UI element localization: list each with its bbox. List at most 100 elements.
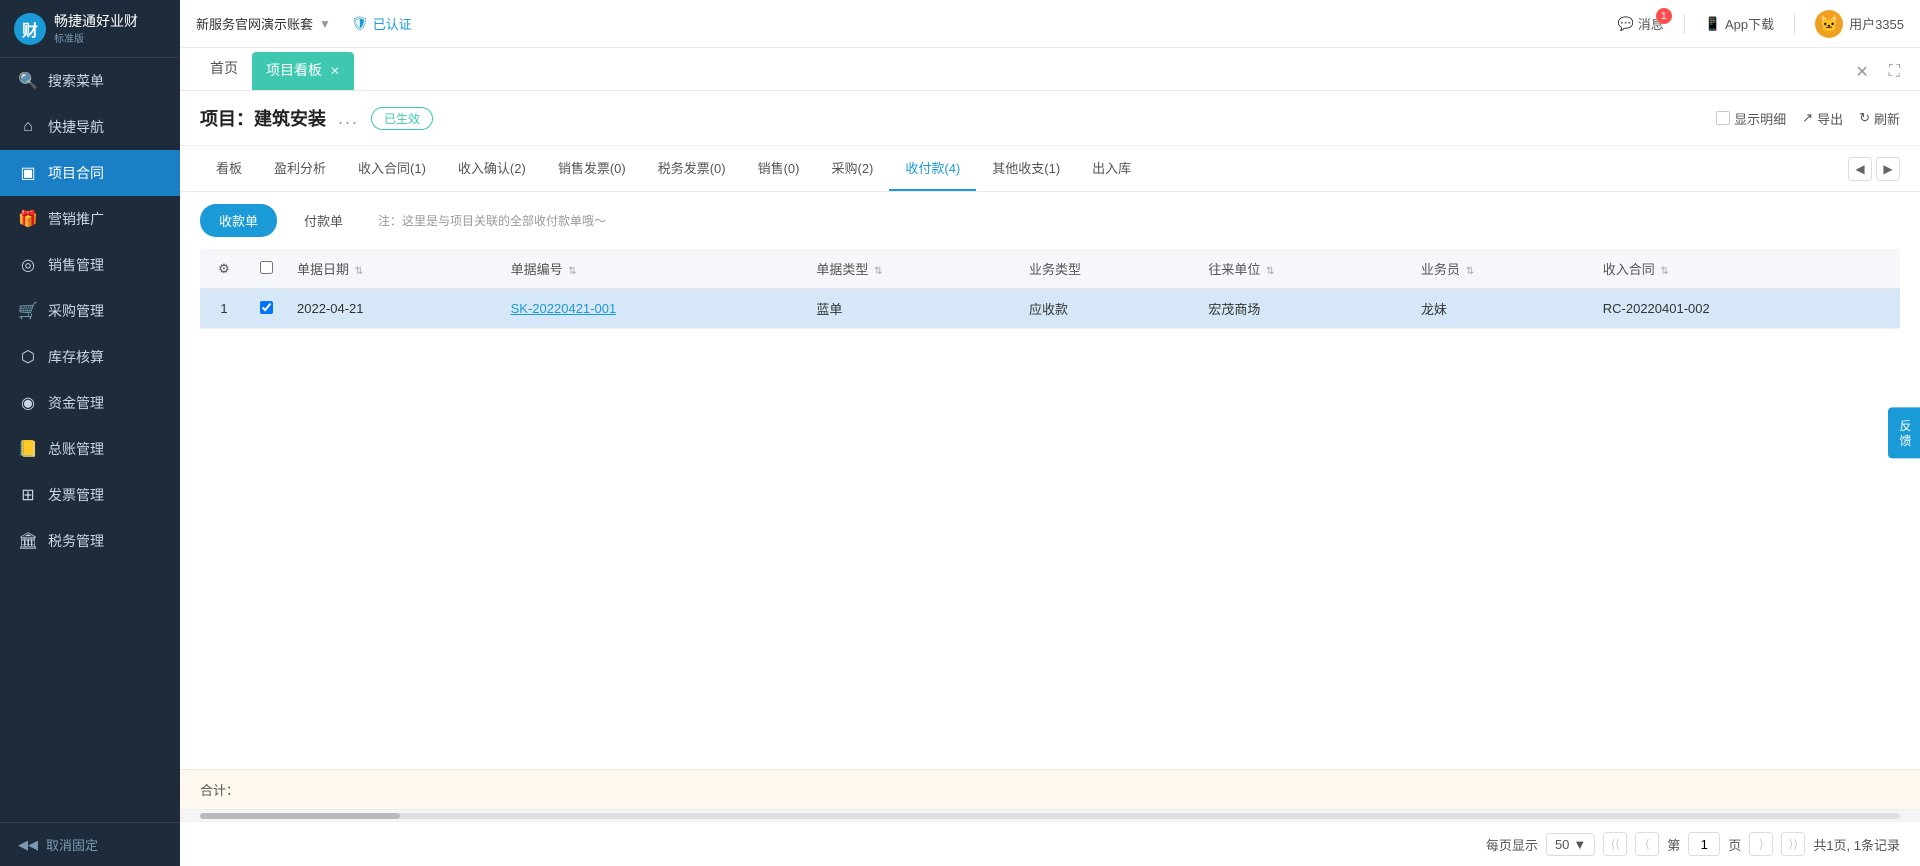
sidebar-item-ledger[interactable]: 📒 总账管理 (0, 426, 180, 472)
message-button[interactable]: 💬 消息 1 (1618, 14, 1664, 33)
page-input[interactable] (1688, 832, 1720, 856)
sidebar-item-invoice[interactable]: ⊞ 发票管理 (0, 472, 180, 518)
receipt-tab[interactable]: 收款单 (200, 204, 277, 237)
row-salesman: 龙妹 (1409, 289, 1591, 329)
row-partner: 宏茂商场 (1196, 289, 1409, 329)
feedback-button[interactable]: 反 馈 (1888, 407, 1920, 458)
subtab-income-confirm[interactable]: 收入确认(2) (442, 146, 542, 191)
subtab-income-contract[interactable]: 收入合同(1) (342, 146, 442, 191)
ledger-icon: 📒 (18, 439, 38, 459)
receipts-table: ⚙ 单据日期 ⇅ 单据编号 ⇅ (200, 249, 1900, 329)
col-biz-type-label: 业务类型 (1029, 262, 1081, 277)
col-partner[interactable]: 往来单位 ⇅ (1196, 249, 1409, 289)
subtab-next-button[interactable]: ▶ (1876, 157, 1900, 181)
table-row[interactable]: 1 2022-04-21 SK-20220421-001 蓝单 应收款 宏茂商场… (200, 289, 1900, 329)
sidebar-item-inventory[interactable]: ⬡ 库存核算 (0, 334, 180, 380)
col-salesman[interactable]: 业务员 ⇅ (1409, 249, 1591, 289)
sidebar-item-finance[interactable]: ◉ 资金管理 (0, 380, 180, 426)
subtab-purchase[interactable]: 采购(2) (815, 146, 889, 191)
subtab-tax-invoice[interactable]: 税务发票(0) (642, 146, 742, 191)
tabbar: 首页 项目看板 ✕ ✕ ⛶ (180, 48, 1920, 91)
divider2 (1794, 14, 1795, 34)
sidebar-item-sales[interactable]: ◎ 销售管理 (0, 242, 180, 288)
row-check (248, 289, 285, 329)
last-page-button[interactable]: ⟩⟩ (1781, 832, 1805, 856)
sort-icon4: ⇅ (1266, 266, 1274, 277)
sidebar-item-shortcut[interactable]: ⌂ 快捷导航 (0, 104, 180, 150)
subtabs: 看板 盈利分析 收入合同(1) 收入确认(2) 销售发票(0) 税务发票(0) … (180, 146, 1920, 192)
logo-subtitle: 标准版 (54, 30, 138, 45)
purchase-icon: 🛒 (18, 301, 38, 321)
more-options-button[interactable]: ... (338, 108, 359, 129)
col-income-contract[interactable]: 收入合同 ⇅ (1591, 249, 1900, 289)
table-container: ⚙ 单据日期 ⇅ 单据编号 ⇅ (180, 237, 1920, 769)
maximize-button[interactable]: ⛶ (1885, 59, 1904, 85)
sidebar-nav: 🔍 搜索菜单 ⌂ 快捷导航 ▣ 项目合同 🎁 营销推广 ◎ 销售管理 🛒 采购管… (0, 58, 180, 822)
col-type[interactable]: 单据类型 ⇅ (804, 249, 1017, 289)
refresh-button[interactable]: ↻ 刷新 (1859, 109, 1900, 128)
certified-badge: 🛡 已认证 (351, 14, 412, 33)
project-title-prefix: 项目： (200, 109, 254, 129)
subtab-other-expense[interactable]: 其他收支(1) (976, 146, 1076, 191)
sidebar-item-marketing[interactable]: 🎁 营销推广 (0, 196, 180, 242)
page-size-arrow: ▼ (1573, 837, 1586, 852)
scrollbar-thumb[interactable] (200, 813, 400, 819)
row-checkbox[interactable] (260, 301, 273, 314)
settings-icon[interactable]: ⚙ (218, 261, 230, 276)
subtab-prev-button[interactable]: ◀ (1848, 157, 1872, 181)
sidebar-logo: 财 畅捷通好业财 标准版 (0, 0, 180, 58)
sidebar-item-search[interactable]: 🔍 搜索菜单 (0, 58, 180, 104)
invoice-icon: ⊞ (18, 485, 38, 505)
subtab-receipts[interactable]: 收付款(4) (889, 146, 976, 191)
total-label: 合计： (200, 783, 239, 798)
project-header: 项目：建筑安装 ... 已生效 显示明细 ↗ 导出 ↻ 刷新 (180, 91, 1920, 146)
tab-close-icon[interactable]: ✕ (330, 64, 340, 78)
sidebar-item-label: 营销推广 (48, 209, 104, 229)
user-menu[interactable]: 🐱 用户3355 (1815, 10, 1904, 38)
prev-page-button[interactable]: ⟨ (1635, 832, 1659, 856)
logo-text-wrap: 畅捷通好业财 标准版 (54, 12, 138, 45)
unpin-label: 取消固定 (46, 835, 98, 854)
tab-project-board[interactable]: 项目看板 ✕ (252, 52, 354, 90)
payment-tab[interactable]: 付款单 (285, 204, 362, 237)
next-page-button[interactable]: ⟩ (1749, 832, 1773, 856)
project-selector[interactable]: 新服务官网演示账套 ▼ (196, 14, 331, 33)
col-code[interactable]: 单据编号 ⇅ (499, 249, 805, 289)
show-detail-checkbox[interactable]: 显示明细 (1716, 109, 1786, 128)
logo-title: 畅捷通好业财 (54, 12, 138, 30)
select-all-checkbox[interactable] (260, 261, 273, 274)
row-code-link[interactable]: SK-20220421-001 (511, 301, 617, 316)
app-download-button[interactable]: 📱 App下载 (1705, 14, 1774, 33)
subtab-sales-invoice[interactable]: 销售发票(0) (542, 146, 642, 191)
col-type-label: 单据类型 (816, 262, 868, 277)
subtab-kanban[interactable]: 看板 (200, 146, 258, 191)
scrollbar-track[interactable] (200, 813, 1900, 819)
sidebar-item-tax[interactable]: 🏛 税务管理 (0, 518, 180, 564)
sidebar-item-label: 销售管理 (48, 255, 104, 275)
refresh-icon: ↻ (1859, 110, 1870, 126)
close-button[interactable]: ✕ (1851, 58, 1872, 86)
sidebar: 财 畅捷通好业财 标准版 🔍 搜索菜单 ⌂ 快捷导航 ▣ 项目合同 🎁 营销推广… (0, 0, 180, 866)
gift-icon: 🎁 (18, 209, 38, 229)
page-size-select[interactable]: 50 ▼ (1546, 833, 1595, 856)
subtab-inout[interactable]: 出入库 (1076, 146, 1147, 191)
sort-icon5: ⇅ (1466, 266, 1474, 277)
export-button[interactable]: ↗ 导出 (1802, 109, 1843, 128)
tab-home[interactable]: 首页 (196, 48, 252, 90)
col-salesman-label: 业务员 (1421, 262, 1460, 277)
shield-icon: 🛡 (351, 15, 369, 32)
sidebar-item-purchase[interactable]: 🛒 采购管理 (0, 288, 180, 334)
subtab-profit[interactable]: 盈利分析 (258, 146, 342, 191)
col-date[interactable]: 单据日期 ⇅ (285, 249, 499, 289)
sidebar-item-label: 快捷导航 (48, 117, 104, 137)
subtab-sales[interactable]: 销售(0) (742, 146, 816, 191)
inventory-icon: ⬡ (18, 347, 38, 367)
unpin-icon: ◀◀ (18, 837, 38, 853)
logo-icon: 财 (14, 13, 46, 45)
scrollbar-area (180, 809, 1920, 821)
col-num: ⚙ (200, 249, 248, 289)
unpin-button[interactable]: ◀◀ 取消固定 (0, 822, 180, 866)
sidebar-item-project[interactable]: ▣ 项目合同 (0, 150, 180, 196)
sidebar-item-label: 采购管理 (48, 301, 104, 321)
first-page-button[interactable]: ⟨⟨ (1603, 832, 1627, 856)
